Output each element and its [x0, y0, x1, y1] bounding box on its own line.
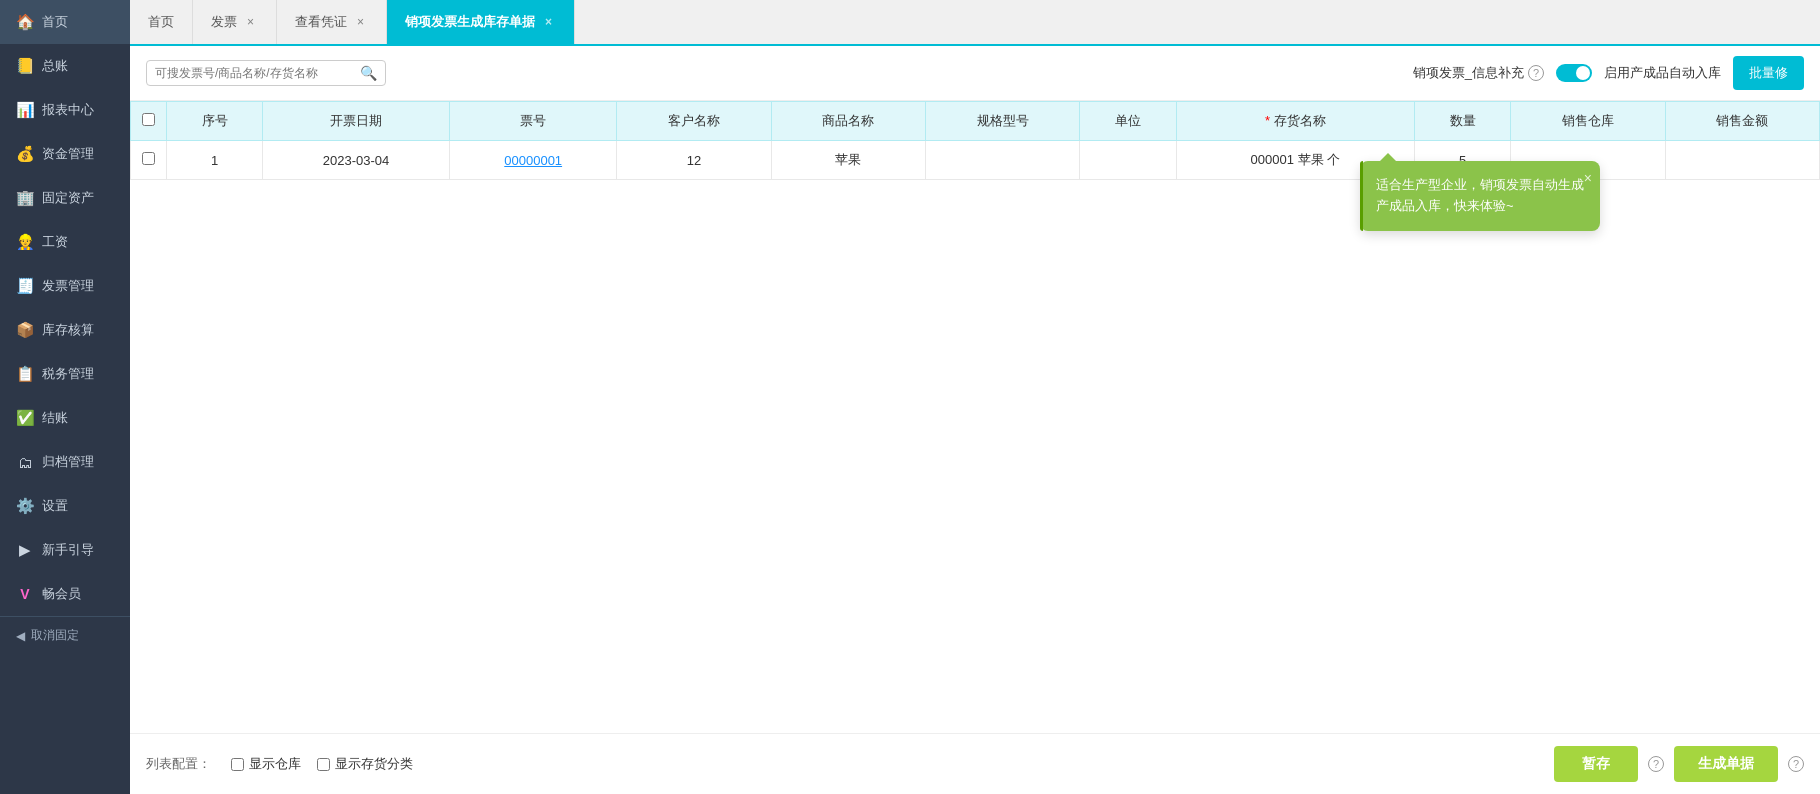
- show-category-label[interactable]: 显示存货分类: [317, 755, 413, 773]
- table-header-customer: 客户名称: [617, 102, 771, 141]
- ledger-icon: 📒: [16, 57, 34, 75]
- bottom-actions: 暂存 ? 生成单据 ?: [1554, 746, 1804, 782]
- show-warehouse-label[interactable]: 显示仓库: [231, 755, 301, 773]
- bottom-bar: 列表配置： 显示仓库 显示存货分类 暂存 ? 生成单据 ?: [130, 733, 1820, 794]
- sidebar-item-assets[interactable]: 🏢 固定资产: [0, 176, 130, 220]
- row-amount: [1665, 141, 1819, 180]
- content-area: 🔍 销项发票_信息补充 ? 启用产成品自动入库 批量修: [130, 46, 1820, 794]
- tooltip-popup: × 适合生产型企业，销项发票自动生成产成品入库，快来体验~: [1360, 161, 1600, 231]
- sidebar-item-vip[interactable]: V 畅会员: [0, 572, 130, 616]
- row-customer: 12: [617, 141, 771, 180]
- tax-icon: 📋: [16, 365, 34, 383]
- settlement-icon: ✅: [16, 409, 34, 427]
- home-icon: 🏠: [16, 13, 34, 31]
- generate-info-icon[interactable]: ?: [1788, 756, 1804, 772]
- funds-icon: 💰: [16, 145, 34, 163]
- table-header-date: 开票日期: [263, 102, 450, 141]
- settings-icon: ⚙️: [16, 497, 34, 515]
- show-warehouse-checkbox[interactable]: [231, 758, 244, 771]
- sidebar-item-settlement[interactable]: ✅ 结账: [0, 396, 130, 440]
- tab-voucher-close[interactable]: ×: [353, 13, 368, 31]
- sidebar-item-archive[interactable]: 🗂 归档管理: [0, 440, 130, 484]
- sidebar-item-reports[interactable]: 📊 报表中心: [0, 88, 130, 132]
- sidebar-item-labor[interactable]: 👷 工资: [0, 220, 130, 264]
- row-checkbox-cell: [131, 141, 167, 180]
- vip-icon: V: [16, 585, 34, 603]
- sidebar-item-guide[interactable]: ▶ 新手引导: [0, 528, 130, 572]
- sidebar-pin-button[interactable]: ◀ 取消固定: [0, 616, 130, 654]
- tab-bar: 首页 发票 × 查看凭证 × 销项发票生成库存单据 ×: [130, 0, 1820, 46]
- table-header-spec: 规格型号: [926, 102, 1080, 141]
- table-header-ticket-no: 票号: [449, 102, 616, 141]
- sidebar-item-funds[interactable]: 💰 资金管理: [0, 132, 130, 176]
- list-config-label: 列表配置：: [146, 755, 211, 773]
- select-all-checkbox[interactable]: [142, 113, 155, 126]
- tooltip-bar: [1360, 161, 1363, 231]
- invoice-mgr-icon: 🧾: [16, 277, 34, 295]
- sidebar-item-inventory[interactable]: 📦 库存核算: [0, 308, 130, 352]
- reports-icon: 📊: [16, 101, 34, 119]
- table-header-warehouse: 销售仓库: [1511, 102, 1665, 141]
- search-box[interactable]: 🔍: [146, 60, 386, 86]
- sidebar-item-invoice-mgr[interactable]: 🧾 发票管理: [0, 264, 130, 308]
- archive-icon: 🗂: [16, 453, 34, 471]
- inventory-icon: 📦: [16, 321, 34, 339]
- sidebar-item-tax[interactable]: 📋 税务管理: [0, 352, 130, 396]
- tab-generate[interactable]: 销项发票生成库存单据 ×: [387, 0, 575, 44]
- main-area: 首页 发票 × 查看凭证 × 销项发票生成库存单据 × 🔍 销项发票_信息补充: [130, 0, 1820, 794]
- sidebar-item-ledger[interactable]: 📒 总账: [0, 44, 130, 88]
- save-button[interactable]: 暂存: [1554, 746, 1638, 782]
- search-icon[interactable]: 🔍: [360, 65, 377, 81]
- guide-icon: ▶: [16, 541, 34, 559]
- save-info-icon[interactable]: ?: [1648, 756, 1664, 772]
- info-icon[interactable]: ?: [1528, 65, 1544, 81]
- tab-generate-close[interactable]: ×: [541, 13, 556, 31]
- toolbar: 🔍 销项发票_信息补充 ? 启用产成品自动入库 批量修: [130, 46, 1820, 101]
- sidebar-item-home[interactable]: 🏠 首页: [0, 0, 130, 44]
- tab-voucher[interactable]: 查看凭证 ×: [277, 0, 387, 44]
- row-date: 2023-03-04: [263, 141, 450, 180]
- table-header-checkbox: [131, 102, 167, 141]
- table-header-seq: 序号: [167, 102, 263, 141]
- sidebar: 🏠 首页 📒 总账 📊 报表中心 💰 资金管理 🏢 固定资产 👷 工资 🧾 发票…: [0, 0, 130, 794]
- search-input[interactable]: [155, 66, 354, 80]
- row-product: 苹果: [771, 141, 925, 180]
- toggle-label: 启用产成品自动入库: [1604, 64, 1721, 82]
- tab-home[interactable]: 首页: [130, 0, 193, 44]
- pin-icon: ◀: [16, 629, 25, 643]
- table-header-unit: 单位: [1080, 102, 1176, 141]
- generate-button[interactable]: 生成单据: [1674, 746, 1778, 782]
- row-unit: [1080, 141, 1176, 180]
- tab-invoice-close[interactable]: ×: [243, 13, 258, 31]
- batch-button[interactable]: 批量修: [1733, 56, 1804, 90]
- toggle-switch[interactable]: [1556, 64, 1592, 82]
- info-label: 销项发票_信息补充 ?: [1413, 64, 1544, 82]
- table-header-amount: 销售金额: [1665, 102, 1819, 141]
- row-seq: 1: [167, 141, 263, 180]
- show-category-checkbox[interactable]: [317, 758, 330, 771]
- table-header-inventory: 存货名称: [1176, 102, 1414, 141]
- sidebar-item-settings[interactable]: ⚙️ 设置: [0, 484, 130, 528]
- toolbar-right: 销项发票_信息补充 ? 启用产成品自动入库 批量修: [1413, 56, 1804, 90]
- row-checkbox[interactable]: [142, 152, 155, 165]
- row-ticket-no[interactable]: 00000001: [449, 141, 616, 180]
- table-header-product: 商品名称: [771, 102, 925, 141]
- labor-icon: 👷: [16, 233, 34, 251]
- assets-icon: 🏢: [16, 189, 34, 207]
- tab-invoice[interactable]: 发票 ×: [193, 0, 277, 44]
- table-header-quantity: 数量: [1415, 102, 1511, 141]
- row-spec: [926, 141, 1080, 180]
- tooltip-close-button[interactable]: ×: [1584, 167, 1592, 189]
